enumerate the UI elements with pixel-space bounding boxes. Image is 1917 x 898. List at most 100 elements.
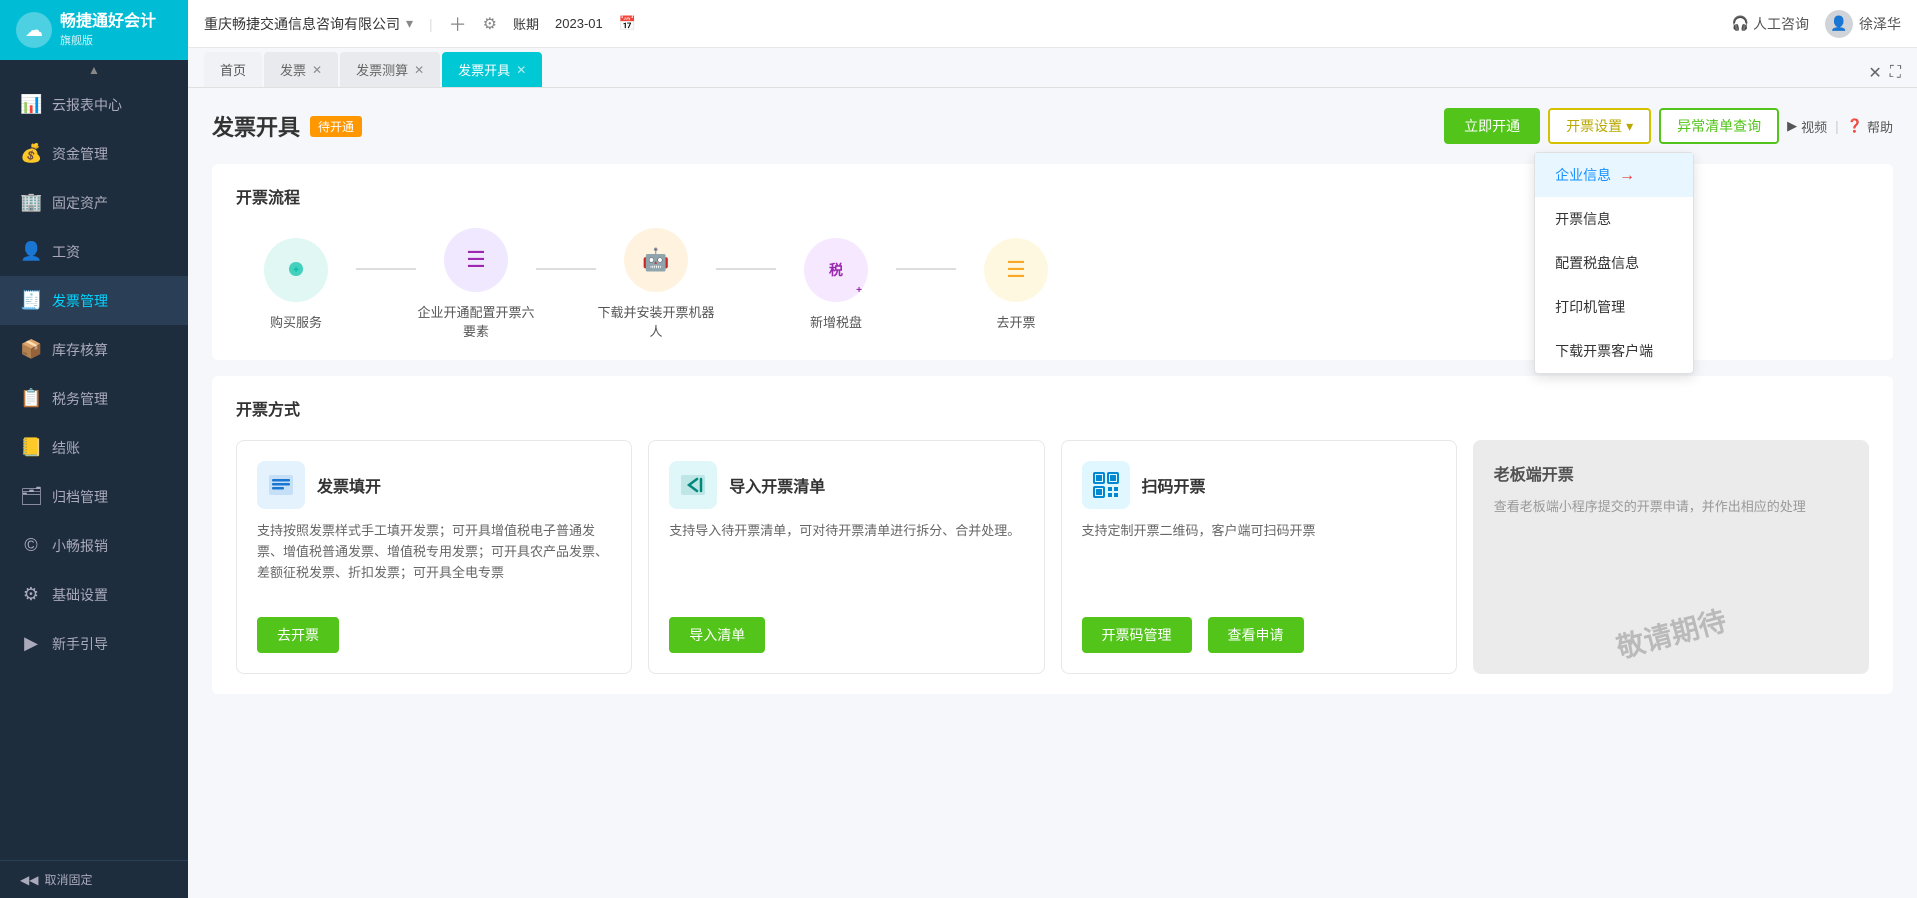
activate-button[interactable]: 立即开通 xyxy=(1444,108,1540,144)
method-icon-manual xyxy=(257,461,305,509)
sidebar-icon-settings: ⚙ xyxy=(20,584,42,605)
settings-button-label: 开票设置 xyxy=(1566,116,1622,136)
method-header-boss: 老板端开票 xyxy=(1494,461,1848,485)
question-icon: ❓ xyxy=(1847,118,1863,134)
video-label: 视频 xyxy=(1801,117,1827,136)
step-connector-2 xyxy=(536,268,596,270)
tab-invoice[interactable]: 发票 ✕ xyxy=(264,52,338,87)
method-header-manual: 发票填开 xyxy=(257,461,611,509)
tab-invoice-issue-close-icon[interactable]: ✕ xyxy=(516,63,526,77)
method-header-scan: 扫码开票 xyxy=(1082,461,1436,509)
sidebar-icon-inventory: 📦 xyxy=(20,339,42,360)
tab-invoice-issue[interactable]: 发票开具 ✕ xyxy=(442,52,542,87)
printer-mgmt-label: 打印机管理 xyxy=(1555,299,1625,315)
step-label-go-invoice: 去开票 xyxy=(996,312,1035,331)
user-menu[interactable]: 👤 徐泽华 xyxy=(1825,10,1901,38)
sidebar-item-payroll[interactable]: 👤 工资 xyxy=(0,227,188,276)
method-icon-scan xyxy=(1082,461,1130,509)
period-label: 账期 xyxy=(513,14,539,33)
sidebar-icon-tax-mgmt: 📋 xyxy=(20,388,42,409)
company-info-label: 企业信息 xyxy=(1555,167,1611,183)
svg-text:+: + xyxy=(293,265,299,276)
topbar: 重庆畅捷交通信息咨询有限公司 ▾ | ＋ ⚙ 账期 2023-01 📅 🎧 人工… xyxy=(188,0,1917,48)
tab-invoice-test[interactable]: 发票测算 ✕ xyxy=(340,52,440,87)
settings-gear-icon[interactable]: ⚙ xyxy=(483,14,497,34)
user-avatar: 👤 xyxy=(1825,10,1853,38)
sidebar-bottom-cancel[interactable]: ◀◀ 取消固定 xyxy=(0,860,188,898)
topbar-divider: | xyxy=(429,16,433,32)
method-card-scan: 扫码开票 支持定制开票二维码，客户端可扫码开票 开票码管理 查看申请 xyxy=(1061,440,1457,674)
maximize-window-icon[interactable]: ⛶ xyxy=(1890,64,1901,82)
process-step-buy: + 购买服务 xyxy=(236,238,356,331)
tab-home[interactable]: 首页 xyxy=(204,52,262,87)
sidebar-item-fixed-assets[interactable]: 🏢 固定资产 xyxy=(0,178,188,227)
sidebar-item-archive[interactable]: 🗂 归档管理 xyxy=(0,472,188,521)
abnormal-list-button[interactable]: 异常清单查询 xyxy=(1659,108,1779,144)
video-button[interactable]: ▶ 视频 xyxy=(1787,117,1827,136)
dropdown-item-tax-config[interactable]: 配置税盘信息 xyxy=(1535,241,1693,285)
dropdown-item-invoice-info[interactable]: 开票信息 xyxy=(1535,197,1693,241)
sidebar-item-inventory[interactable]: 📦 库存核算 xyxy=(0,325,188,374)
chevron-down-settings-icon: ▾ xyxy=(1626,118,1633,135)
method-title-boss: 老板端开票 xyxy=(1494,461,1574,485)
help-button[interactable]: ❓ 帮助 xyxy=(1847,117,1893,136)
company-selector[interactable]: 重庆畅捷交通信息咨询有限公司 ▾ xyxy=(204,14,413,34)
view-apply-button[interactable]: 查看申请 xyxy=(1208,617,1304,653)
settings-button[interactable]: 开票设置 ▾ xyxy=(1548,108,1651,144)
sidebar-item-xiaochang[interactable]: © 小畅报销 xyxy=(0,521,188,570)
methods-grid: 发票填开 支持按照发票样式手工填开发票；可开具增值税电子普通发票、增值税普通发票… xyxy=(236,440,1869,674)
status-badge: 待开通 xyxy=(310,116,362,137)
process-step-go-invoice: ☰ 去开票 xyxy=(956,238,1076,331)
go-invoice-button[interactable]: 去开票 xyxy=(257,617,339,653)
method-actions-manual: 去开票 xyxy=(257,617,611,653)
sidebar-label-fund-mgmt: 资金管理 xyxy=(52,144,108,164)
sidebar-item-guide[interactable]: ▶ 新手引导 xyxy=(0,619,188,668)
method-desc-scan: 支持定制开票二维码，客户端可扫码开票 xyxy=(1082,521,1436,601)
import-list-button[interactable]: 导入清单 xyxy=(669,617,765,653)
tab-invoice-test-close-icon[interactable]: ✕ xyxy=(414,63,424,77)
sidebar-icon-accounting: 📒 xyxy=(20,437,42,458)
dropdown-item-printer[interactable]: 打印机管理 xyxy=(1535,285,1693,329)
add-company-icon[interactable]: ＋ xyxy=(449,11,467,37)
sidebar-item-tax-mgmt[interactable]: 📋 税务管理 xyxy=(0,374,188,423)
step-icon-go-invoice: ☰ xyxy=(984,238,1048,302)
red-arrow-icon: → xyxy=(1619,167,1635,185)
sidebar-label-payroll: 工资 xyxy=(52,242,80,262)
sidebar-label-xiaochang: 小畅报销 xyxy=(52,536,108,556)
dropdown-item-company-info[interactable]: 企业信息 → xyxy=(1535,153,1693,197)
sidebar-item-settings[interactable]: ⚙ 基础设置 xyxy=(0,570,188,619)
sidebar-item-invoice-mgmt[interactable]: 🧾 发票管理 xyxy=(0,276,188,325)
method-icon-import xyxy=(669,461,717,509)
qr-manage-button[interactable]: 开票码管理 xyxy=(1082,617,1192,653)
step-label-config: 企业开通配置开票六要素 xyxy=(416,302,536,340)
calendar-icon[interactable]: 📅 xyxy=(619,15,636,32)
sidebar-icon-xiaochang: © xyxy=(20,535,42,556)
sidebar-item-fund-mgmt[interactable]: 💰 资金管理 xyxy=(0,129,188,178)
page-header: 发票开具 待开通 立即开通 开票设置 ▾ 异常清单查询 ▶ 视频 xyxy=(212,108,1893,144)
dropdown-item-download-client[interactable]: 下载开票客户端 xyxy=(1535,329,1693,373)
sidebar-scroll-up[interactable]: ▲ xyxy=(0,60,188,80)
period-value: 2023-01 xyxy=(555,16,603,31)
tab-invoice-close-icon[interactable]: ✕ xyxy=(312,63,322,77)
method-card-import: 导入开票清单 支持导入待开票清单，可对待开票清单进行拆分、合并处理。 导入清单 xyxy=(648,440,1044,674)
consult-button[interactable]: 🎧 人工咨询 xyxy=(1732,14,1809,34)
sidebar-label-archive: 归档管理 xyxy=(52,487,108,507)
page-title-area: 发票开具 待开通 xyxy=(212,110,362,142)
coming-soon-overlay: 敬请期待 xyxy=(1475,563,1866,674)
sidebar-icon-guide: ▶ xyxy=(20,633,42,654)
method-title-manual: 发票填开 xyxy=(317,473,381,497)
close-window-icon[interactable]: ✕ xyxy=(1868,63,1881,83)
sidebar-item-accounting[interactable]: 📒 结账 xyxy=(0,423,188,472)
step-label-download: 下载并安装开票机器人 xyxy=(596,302,716,340)
tab-invoice-test-label: 发票测算 xyxy=(356,60,408,79)
tax-config-label: 配置税盘信息 xyxy=(1555,255,1639,271)
methods-section: 开票方式 xyxy=(212,376,1893,694)
step-icon-download: 🤖 xyxy=(624,228,688,292)
separator-text: | xyxy=(1835,118,1839,134)
sidebar-item-cloud-report[interactable]: 📊 云报表中心 xyxy=(0,80,188,129)
logo-text: 畅捷通好会计 旗舰版 xyxy=(60,12,156,47)
sidebar-nav: 📊 云报表中心 💰 资金管理 🏢 固定资产 👤 工资 🧾 发票管理 📦 库存核算… xyxy=(0,80,188,860)
method-title-import: 导入开票清单 xyxy=(729,473,825,497)
methods-section-title: 开票方式 xyxy=(236,396,1869,420)
method-desc-import: 支持导入待开票清单，可对待开票清单进行拆分、合并处理。 xyxy=(669,521,1023,601)
